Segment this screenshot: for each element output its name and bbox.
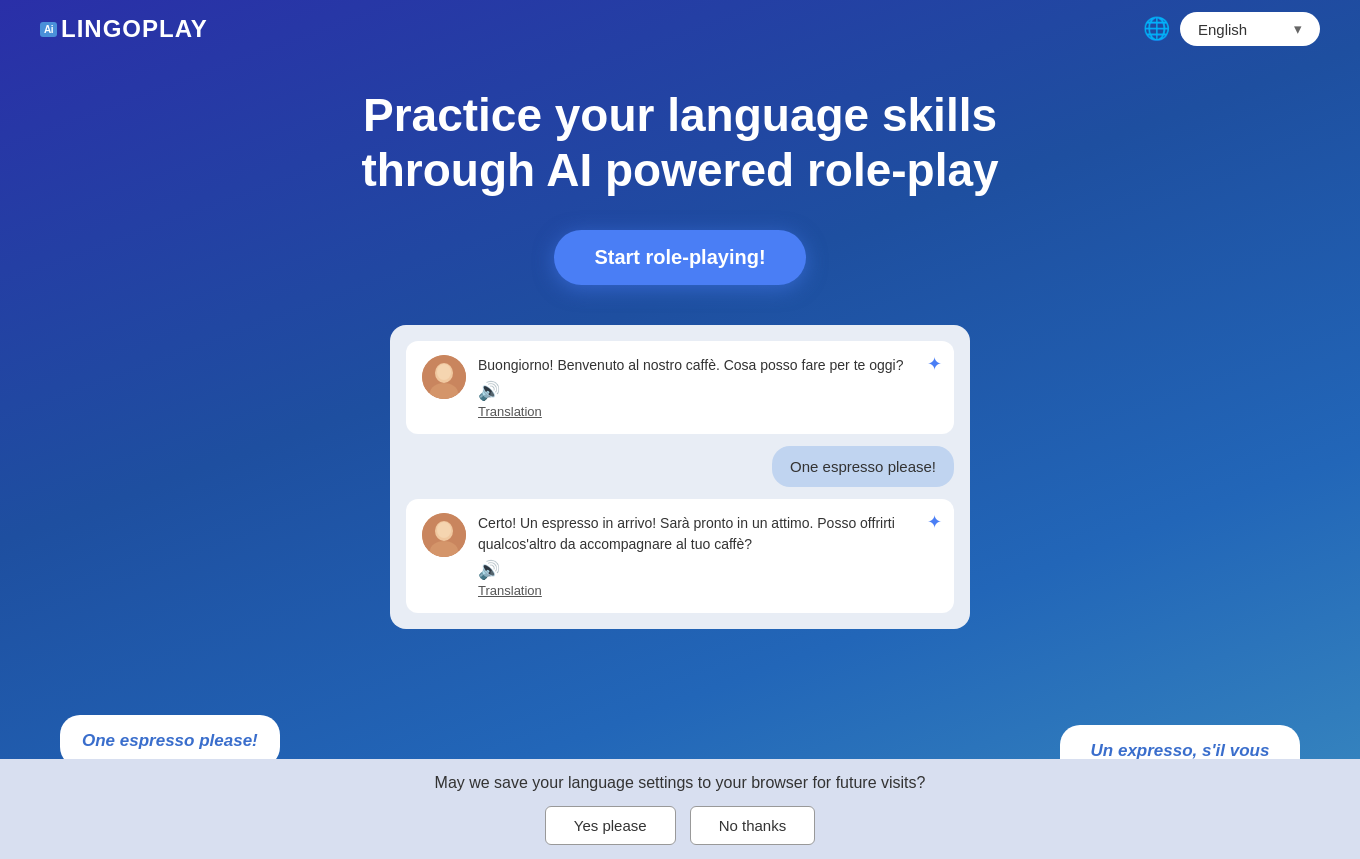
chat-container: Buongiorno! Benvenuto al nostro caffè. C… — [390, 325, 970, 629]
user-message-wrapper: One espresso please! — [406, 446, 954, 487]
bot-message-2: Certo! Un espresso in arrivo! Sarà pront… — [406, 499, 954, 613]
message-body-1: Buongiorno! Benvenuto al nostro caffè. C… — [478, 355, 938, 420]
message-text-2: Certo! Un espresso in arrivo! Sarà pront… — [478, 513, 938, 555]
translation-link-2[interactable]: Translation — [478, 583, 542, 598]
bottom-bar-message: May we save your language settings to yo… — [435, 774, 926, 792]
message-body-2: Certo! Un espresso in arrivo! Sarà pront… — [478, 513, 938, 599]
no-thanks-button[interactable]: No thanks — [690, 806, 816, 845]
chat-area-wrapper: One espresso please! Un expresso, s'il v… — [0, 325, 1360, 629]
main-content: Practice your language skills through AI… — [0, 58, 1360, 629]
start-roleplay-button[interactable]: Start role-playing! — [554, 230, 805, 285]
translation-link-1[interactable]: Translation — [478, 404, 542, 419]
bot-message-1: Buongiorno! Benvenuto al nostro caffè. C… — [406, 341, 954, 434]
svg-point-3 — [437, 364, 451, 380]
language-selector[interactable]: English ▾ — [1180, 12, 1320, 46]
header-right: 🌐 English ▾ — [1143, 12, 1320, 46]
hero-title: Practice your language skills through AI… — [361, 88, 998, 198]
avatar-1 — [422, 355, 466, 399]
globe-icon: 🌐 — [1143, 16, 1170, 42]
yes-please-button[interactable]: Yes please — [545, 806, 676, 845]
bottom-bar-buttons: Yes please No thanks — [545, 806, 815, 845]
logo: Ai LINGOPLAY — [40, 15, 208, 43]
user-message: One espresso please! — [772, 446, 954, 487]
logo-icon: Ai — [40, 22, 57, 37]
language-label: English — [1198, 21, 1247, 38]
chevron-down-icon: ▾ — [1294, 20, 1302, 38]
header: Ai LINGOPLAY 🌐 English ▾ — [0, 0, 1360, 58]
avatar-2 — [422, 513, 466, 557]
sparkle-icon-1: ✦ — [927, 353, 942, 375]
logo-text: LINGOPLAY — [61, 15, 208, 43]
message-text-1: Buongiorno! Benvenuto al nostro caffè. C… — [478, 355, 938, 376]
svg-point-7 — [437, 522, 451, 538]
bottom-bar: May we save your language settings to yo… — [0, 759, 1360, 859]
speaker-icon-1[interactable]: 🔊 — [478, 380, 938, 402]
speaker-icon-2[interactable]: 🔊 — [478, 559, 938, 581]
sparkle-icon-2: ✦ — [927, 511, 942, 533]
